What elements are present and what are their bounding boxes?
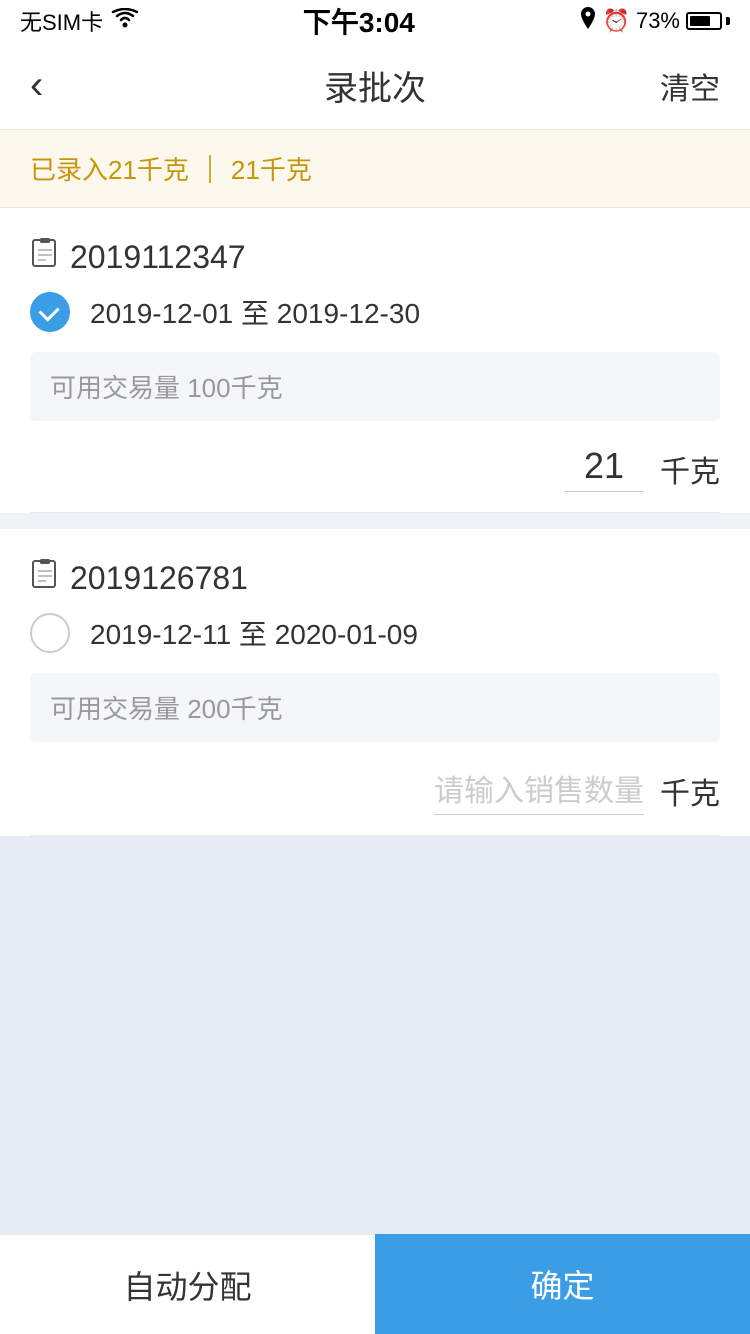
batch2-number: 2019126781 (70, 560, 248, 597)
info-divider (209, 155, 211, 183)
clear-button[interactable]: 清空 (660, 64, 720, 108)
bottom-bar: 自动分配 确定 (0, 1234, 750, 1334)
carrier-text: 无SIM卡 (20, 5, 103, 37)
batch1-number-row: 2019112347 (30, 238, 720, 276)
batch1-quantity-value: 21 (584, 445, 624, 486)
batch2-unit: 千克 (660, 769, 720, 813)
confirm-button[interactable]: 确定 (375, 1234, 750, 1334)
section-divider-1 (30, 512, 720, 513)
alarm-icon: ⏰ (603, 8, 630, 34)
batch2-date-row[interactable]: 2019-12-11 至 2020-01-09 (30, 613, 720, 653)
batch1-radio[interactable] (30, 292, 70, 332)
batch2-radio[interactable] (30, 613, 70, 653)
status-time: 下午3:04 (303, 1, 415, 41)
batch1-date: 2019-12-01 至 2019-12-30 (90, 292, 420, 332)
location-icon (579, 6, 597, 36)
batch1-card: 2019112347 2019-12-01 至 2019-12-30 可用交易量… (0, 208, 750, 513)
status-bar: 无SIM卡 下午3:04 ⏰ 73% (0, 0, 750, 42)
batch1-available-text: 可用交易量 100千克 (50, 373, 283, 403)
recorded-label: 已录入21千克 (30, 150, 189, 187)
batch1-quantity-underline: 21 (564, 445, 644, 492)
battery-percent: 73% (636, 8, 680, 34)
status-left: 无SIM卡 (20, 5, 139, 37)
batch2-available-box: 可用交易量 200千克 (30, 673, 720, 742)
wifi-icon (111, 8, 139, 34)
batch2-quantity-underline[interactable]: 请输入销售数量 (434, 766, 644, 815)
batch2-placeholder: 请输入销售数量 (434, 775, 644, 808)
batch2-date: 2019-12-11 至 2020-01-09 (90, 613, 418, 653)
batch1-quantity-row: 21 千克 (30, 421, 720, 492)
status-right: ⏰ 73% (579, 6, 730, 36)
batch1-available-box: 可用交易量 100千克 (30, 352, 720, 421)
battery-icon (686, 12, 730, 30)
batch2-icon (30, 559, 60, 597)
back-button[interactable]: ‹ (30, 63, 90, 108)
empty-area (0, 836, 750, 1246)
batch1-date-row[interactable]: 2019-12-01 至 2019-12-30 (30, 292, 720, 332)
batch2-card: 2019126781 2019-12-11 至 2020-01-09 可用交易量… (0, 529, 750, 836)
total-label: 21千克 (231, 150, 312, 187)
page-title: 录批次 (324, 61, 426, 110)
batch2-quantity-row[interactable]: 请输入销售数量 千克 (30, 742, 720, 815)
batch1-unit: 千克 (660, 447, 720, 491)
auto-distribute-button[interactable]: 自动分配 (0, 1234, 375, 1334)
batch1-icon (30, 238, 60, 276)
batch2-available-text: 可用交易量 200千克 (50, 694, 283, 724)
nav-bar: ‹ 录批次 清空 (0, 42, 750, 130)
batch1-number: 2019112347 (70, 239, 246, 276)
batch1-input-area[interactable]: 21 千克 (564, 445, 720, 492)
batch2-number-row: 2019126781 (30, 559, 720, 597)
info-banner: 已录入21千克 21千克 (0, 130, 750, 208)
